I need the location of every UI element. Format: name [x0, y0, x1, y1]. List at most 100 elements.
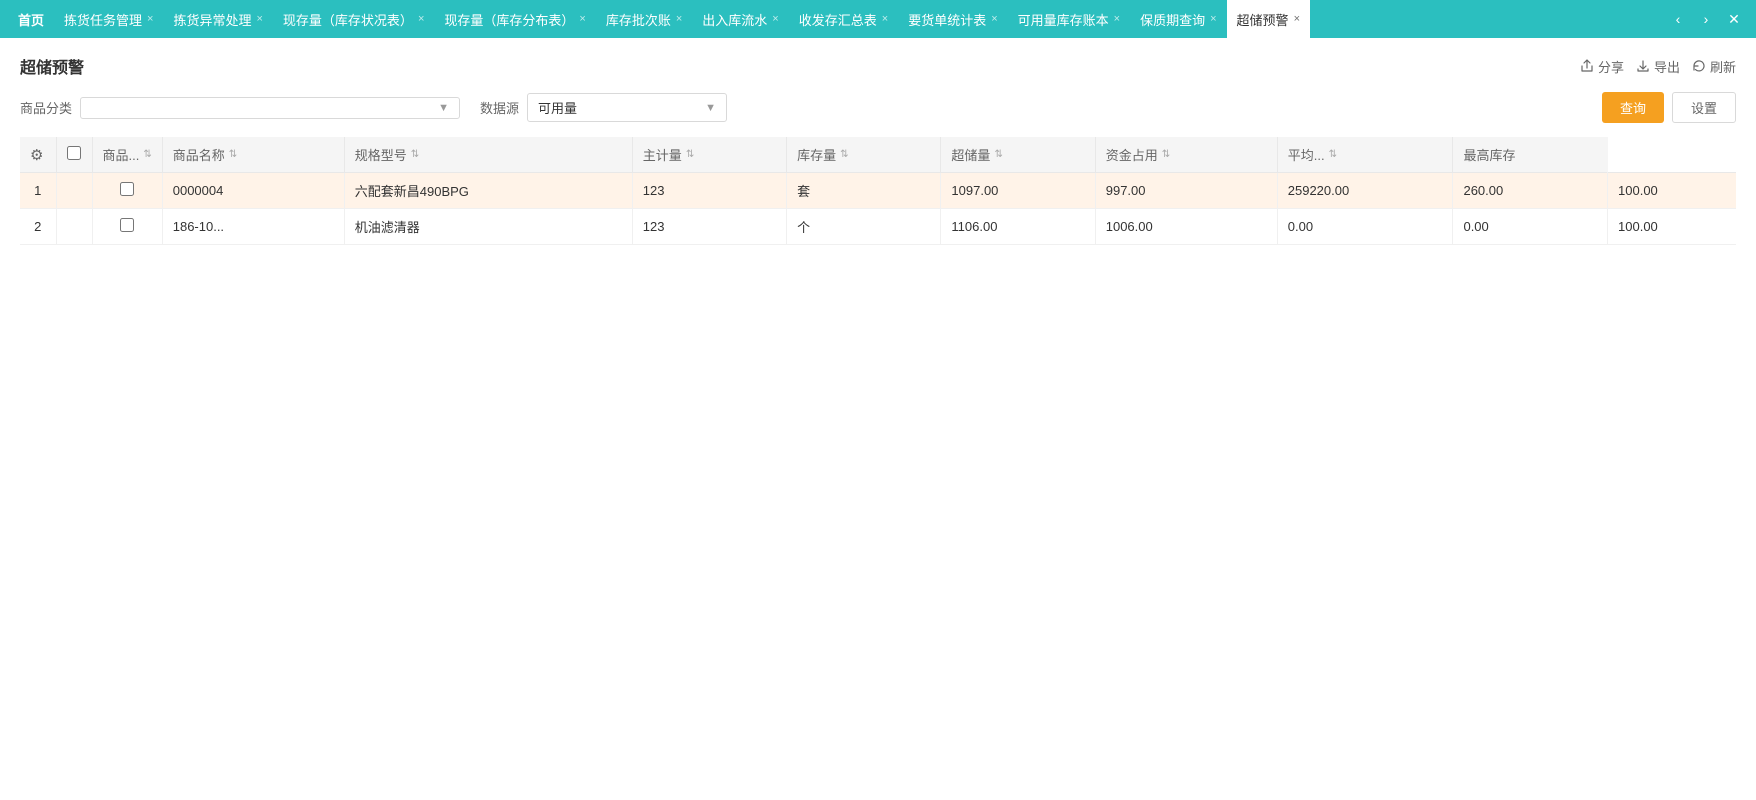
nav-close-icon[interactable]: ×	[418, 13, 424, 25]
table-row: 2 186-10... 机油滤清器 123 个 1106.00 1006.00 …	[20, 209, 1736, 245]
col-stock[interactable]: 库存量 ⇅	[787, 137, 941, 173]
refresh-icon	[1692, 59, 1706, 73]
datasource-filter-group: 数据源 可用量 ▼	[480, 93, 727, 122]
export-icon	[1636, 59, 1650, 73]
col-unit-label: 主计量	[643, 145, 682, 164]
nav-item-label: 收发存汇总表	[799, 10, 877, 29]
col-max-stock-label: 最高库存	[1463, 148, 1515, 163]
col-stock-label: 库存量	[797, 145, 836, 164]
row-number: 1	[20, 173, 56, 209]
nav-item-overstock-warning[interactable]: 超储预警 ×	[1227, 0, 1310, 38]
row-stock: 1106.00	[941, 209, 1095, 245]
nav-home[interactable]: 首页	[8, 0, 54, 38]
col-unit-sort-icon: ⇅	[686, 149, 694, 160]
nav-close-icon[interactable]: ×	[1294, 13, 1300, 25]
row-avg: 260.00	[1453, 173, 1608, 209]
col-overstock[interactable]: 超储量 ⇅	[941, 137, 1095, 173]
col-capital[interactable]: 资金占用 ⇅	[1095, 137, 1277, 173]
col-product-code[interactable]: 商品... ⇅	[92, 137, 162, 173]
nav-close-icon[interactable]: ×	[882, 13, 888, 25]
table-header-row: ⚙ 商品... ⇅ 商品名称 ⇅	[20, 137, 1736, 173]
row-checkbox-cell[interactable]	[92, 173, 162, 209]
row-spec: 123	[632, 173, 786, 209]
col-product-name-sort-icon: ⇅	[229, 149, 237, 160]
nav-close-icon[interactable]: ×	[991, 13, 997, 25]
nav-home-label: 首页	[18, 10, 44, 29]
row-checkbox[interactable]	[120, 218, 134, 232]
category-select[interactable]: ▼	[80, 97, 460, 119]
row-product-name: 机油滤清器	[344, 209, 632, 245]
query-button[interactable]: 查询	[1602, 92, 1664, 123]
nav-item-label: 拣货异常处理	[173, 10, 251, 29]
datasource-arrow-icon: ▼	[705, 102, 716, 114]
row-checkbox-cell[interactable]	[92, 209, 162, 245]
col-overstock-sort-icon: ⇅	[994, 149, 1002, 160]
nav-close-icon[interactable]: ×	[1114, 13, 1120, 25]
row-overstock: 997.00	[1095, 173, 1277, 209]
col-avg-sort-icon: ⇅	[1329, 149, 1337, 160]
row-unit: 套	[787, 173, 941, 209]
select-all-checkbox[interactable]	[67, 146, 81, 160]
nav-item-label: 保质期查询	[1140, 10, 1205, 29]
col-capital-sort-icon: ⇅	[1162, 149, 1170, 160]
col-product-code-sort-icon: ⇅	[143, 149, 151, 160]
gear-icon[interactable]: ⚙	[30, 147, 43, 164]
col-checkbox[interactable]	[56, 137, 92, 173]
col-settings[interactable]: ⚙	[20, 137, 56, 173]
row-stock: 1097.00	[941, 173, 1095, 209]
nav-item-label: 现存量（库存状况表）	[283, 10, 413, 29]
nav-item-task-mgmt[interactable]: 拣货任务管理 ×	[54, 0, 163, 38]
row-checkbox[interactable]	[120, 182, 134, 196]
filter-row: 商品分类 ▼ 数据源 可用量 ▼ 查询 设置	[20, 92, 1736, 123]
nav-item-inout-flow[interactable]: 出入库流水×	[692, 0, 788, 38]
col-avg[interactable]: 平均... ⇅	[1277, 137, 1453, 173]
table-row: 1 0000004 六配套新昌490BPG 123 套 1097.00 997.…	[20, 173, 1736, 209]
nav-item-collect-summary[interactable]: 收发存汇总表 ×	[789, 0, 898, 38]
nav-arrow-left[interactable]: ‹	[1664, 0, 1692, 38]
nav-close-icon[interactable]: ×	[772, 13, 778, 25]
datasource-label: 数据源	[480, 98, 519, 117]
col-spec[interactable]: 规格型号 ⇅	[344, 137, 632, 173]
nav-item-exception-proc[interactable]: 拣货异常处理 ×	[163, 0, 272, 38]
datasource-select[interactable]: 可用量 ▼	[527, 93, 727, 122]
export-button[interactable]: 导出	[1636, 57, 1680, 76]
nav-close-icon[interactable]: ×	[1210, 13, 1216, 25]
col-max-stock: 最高库存	[1453, 137, 1608, 173]
nav-item-inventory-status[interactable]: 现存量（库存状况表） ×	[273, 0, 434, 38]
share-label: 分享	[1598, 57, 1624, 76]
refresh-button[interactable]: 刷新	[1692, 57, 1736, 76]
nav-item-quality-check[interactable]: 保质期查询 ×	[1130, 0, 1226, 38]
nav-item-batch-account[interactable]: 库存批次账×	[596, 0, 692, 38]
col-product-name-label: 商品名称	[173, 145, 225, 164]
data-table: ⚙ 商品... ⇅ 商品名称 ⇅	[20, 137, 1736, 245]
nav-item-available-account[interactable]: 可用量库存账本×	[1008, 0, 1130, 38]
col-overstock-label: 超储量	[951, 145, 990, 164]
page-title: 超储预警	[20, 54, 84, 78]
nav-arrows: ‹ › ✕	[1664, 0, 1748, 38]
row-capital: 0.00	[1277, 209, 1453, 245]
export-label: 导出	[1654, 57, 1680, 76]
col-product-name[interactable]: 商品名称 ⇅	[162, 137, 344, 173]
row-settings-cell	[56, 173, 92, 209]
col-spec-sort-icon: ⇅	[411, 149, 419, 160]
row-settings-cell	[56, 209, 92, 245]
col-spec-label: 规格型号	[355, 145, 407, 164]
row-max-stock: 100.00	[1608, 209, 1736, 245]
nav-close-icon[interactable]: ×	[676, 13, 682, 25]
settings-button[interactable]: 设置	[1672, 92, 1736, 123]
nav-item-label: 超储预警	[1237, 10, 1289, 29]
nav-arrow-right[interactable]: ›	[1692, 0, 1720, 38]
nav-close-icon[interactable]: ×	[579, 13, 585, 25]
col-unit[interactable]: 主计量 ⇅	[632, 137, 786, 173]
nav-arrow-close[interactable]: ✕	[1720, 0, 1748, 38]
nav-item-inventory-dist[interactable]: 现存量（库存分布表） ×	[434, 0, 595, 38]
page-header: 超储预警 分享 导出 刷新	[20, 54, 1736, 78]
row-max-stock: 100.00	[1608, 173, 1736, 209]
nav-close-icon[interactable]: ×	[147, 13, 153, 25]
share-button[interactable]: 分享	[1580, 57, 1624, 76]
row-product-name: 六配套新昌490BPG	[344, 173, 632, 209]
nav-item-label: 拣货任务管理	[64, 10, 142, 29]
nav-item-label: 现存量（库存分布表）	[444, 10, 574, 29]
nav-item-order-stats[interactable]: 要货单统计表×	[898, 0, 1007, 38]
nav-close-icon[interactable]: ×	[256, 13, 262, 25]
